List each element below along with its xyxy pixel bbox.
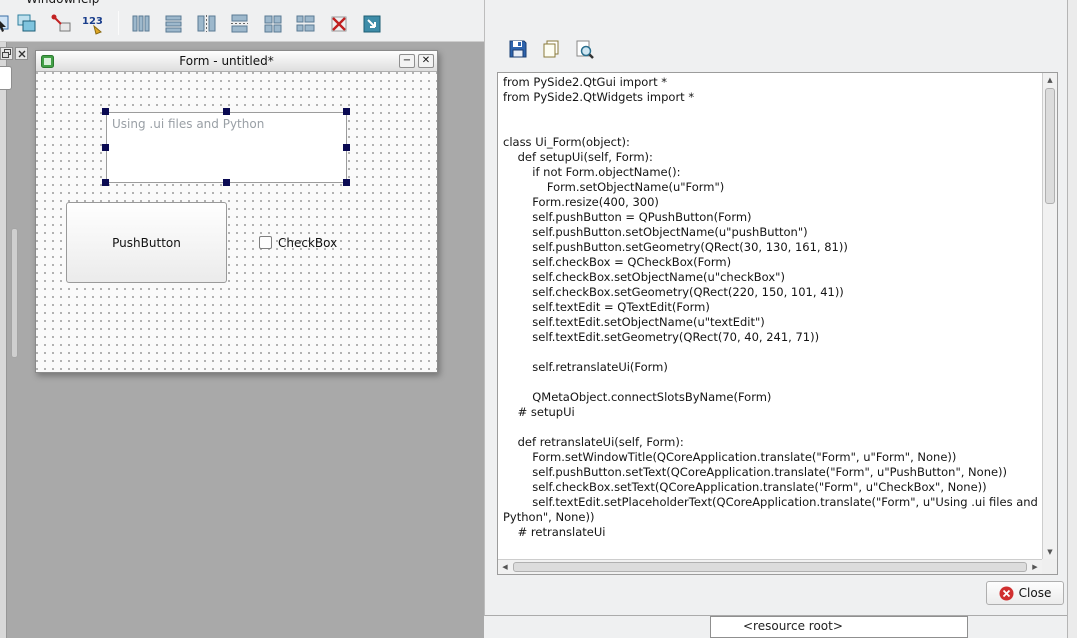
form-close-button[interactable]: ✕	[418, 54, 434, 68]
layout-vertical-icon[interactable]	[161, 11, 187, 37]
scroll-right-icon[interactable]: ▶	[1028, 560, 1042, 574]
selection-handle-bottom-mid[interactable]	[223, 179, 230, 186]
code-frame: from PySide2.QtGui import * from PySide2…	[497, 72, 1058, 575]
edit-buddies-icon[interactable]	[48, 11, 74, 37]
adjust-size-icon[interactable]	[359, 11, 385, 37]
selection-handle-top-left[interactable]	[102, 108, 109, 115]
selection-handle-mid-right[interactable]	[343, 144, 350, 151]
horizontal-scrollbar[interactable]: ◀ ▶	[498, 559, 1042, 574]
svg-text:123: 123	[82, 16, 103, 27]
selection-handle-top-right[interactable]	[343, 108, 350, 115]
menubar: Window Help	[0, 0, 484, 7]
qt-designer-screen: Window Help 123	[0, 0, 1077, 638]
close-button[interactable]: Close	[986, 581, 1064, 605]
layout-horizontal-icon[interactable]	[128, 11, 154, 37]
selection-handle-bottom-right[interactable]	[343, 179, 350, 186]
resource-root-item[interactable]: <resource root>	[711, 617, 967, 636]
save-icon[interactable]	[505, 36, 531, 62]
pushbutton-label: PushButton	[112, 236, 181, 250]
vertical-scrollbar-thumb[interactable]	[1045, 88, 1055, 204]
form-canvas[interactable]: Using .ui files and Python PushButton Ch…	[36, 72, 437, 372]
copy-icon[interactable]	[538, 36, 564, 62]
main-toolbar: 123	[0, 7, 484, 42]
dock-close-button[interactable]	[15, 47, 28, 60]
scroll-left-icon[interactable]: ◀	[498, 560, 512, 574]
menu-help[interactable]: Help	[72, 0, 99, 6]
edit-widgets-icon[interactable]	[0, 11, 14, 37]
selection-handle-bottom-left[interactable]	[102, 179, 109, 186]
form-window-title: Form - untitled*	[54, 54, 399, 68]
menu-window[interactable]: Window	[26, 0, 73, 6]
mdi-area: Form - untitled* − ✕ Using .ui files and…	[0, 42, 484, 638]
horizontal-scrollbar-thumb[interactable]	[513, 562, 1027, 572]
widget-box-dock-edge	[0, 42, 7, 638]
edit-tab-order-icon[interactable]: 123	[80, 11, 106, 37]
vertical-scrollbar[interactable]: ▲ ▼	[1042, 73, 1057, 559]
layout-form-icon[interactable]	[293, 11, 319, 37]
code-preview-dialog: from PySide2.QtGui import * from PySide2…	[484, 0, 1067, 616]
edit-signals-slots-icon[interactable]	[14, 11, 40, 37]
textedit-widget[interactable]: Using .ui files and Python	[106, 112, 347, 183]
form-file-icon	[41, 55, 54, 68]
widget-box-filter-field[interactable]	[0, 66, 12, 90]
widget-box-scrollbar[interactable]	[11, 228, 18, 358]
scrollbar-corner	[1042, 559, 1057, 574]
dock-float-button[interactable]	[0, 47, 13, 60]
form-editor-window: Form - untitled* − ✕ Using .ui files and…	[35, 50, 438, 373]
find-icon[interactable]	[571, 36, 597, 62]
layout-vertical-splitter-icon[interactable]	[227, 11, 253, 37]
layout-grid-icon[interactable]	[260, 11, 286, 37]
textedit-placeholder: Using .ui files and Python	[112, 117, 264, 131]
close-icon	[999, 586, 1014, 601]
break-layout-icon[interactable]	[326, 11, 352, 37]
code-view[interactable]: from PySide2.QtGui import * from PySide2…	[498, 73, 1042, 559]
form-minimize-button[interactable]: −	[399, 54, 415, 68]
pushbutton-widget[interactable]: PushButton	[66, 202, 227, 283]
resource-browser-panel: <resource root>	[710, 616, 968, 638]
toolbar-separator	[118, 11, 119, 35]
layout-horizontal-splitter-icon[interactable]	[194, 11, 220, 37]
form-window-titlebar[interactable]: Form - untitled* − ✕	[36, 51, 437, 72]
selection-handle-top-mid[interactable]	[223, 108, 230, 115]
close-button-label: Close	[1019, 586, 1052, 600]
checkbox-widget[interactable]: CheckBox	[256, 222, 357, 263]
scroll-up-icon[interactable]: ▲	[1043, 73, 1057, 87]
window-right-edge	[1067, 0, 1077, 638]
scroll-down-icon[interactable]: ▼	[1043, 545, 1057, 559]
checkbox-indicator[interactable]	[259, 236, 272, 249]
selection-handle-mid-left[interactable]	[102, 144, 109, 151]
checkbox-label: CheckBox	[278, 236, 337, 250]
